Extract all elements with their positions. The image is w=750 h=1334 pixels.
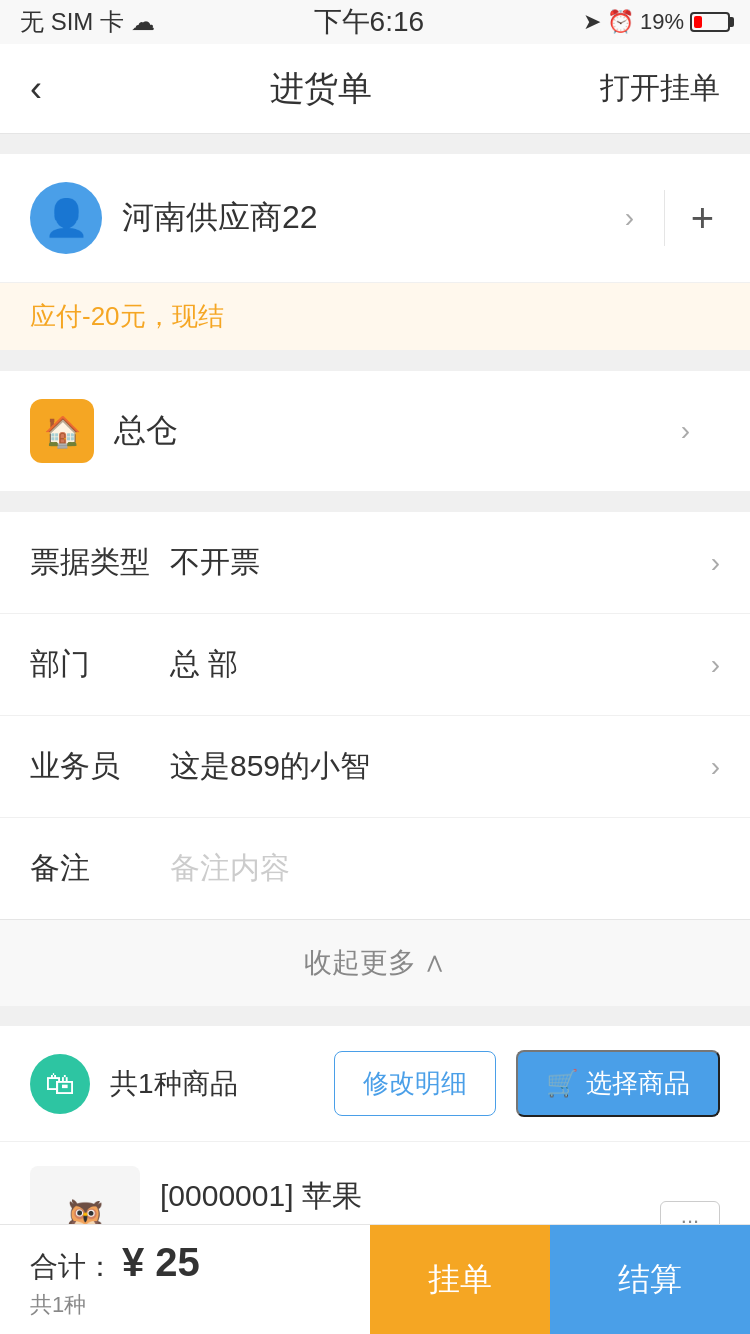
total-sub: 共1种 xyxy=(30,1290,340,1320)
total-label: 合计： xyxy=(30,1248,114,1286)
supplier-avatar: 👤 xyxy=(30,182,102,254)
collapse-row[interactable]: 收起更多 ∧ xyxy=(0,919,750,1006)
warehouse-section: 🏠 总仓 › xyxy=(0,371,750,491)
bottom-bar: 合计： ¥ 25 共1种 挂单 结算 xyxy=(0,1224,750,1334)
hang-button[interactable]: 挂单 xyxy=(370,1225,550,1334)
status-time: 下午6:16 xyxy=(314,3,425,41)
remark-placeholder: 备注内容 xyxy=(170,848,720,889)
notice-bar: 应付-20元，现结 xyxy=(0,283,750,351)
warehouse-row[interactable]: 🏠 总仓 › xyxy=(0,371,750,491)
invoice-chevron-icon: › xyxy=(711,547,720,579)
product-count-text: 共1种商品 xyxy=(110,1065,314,1103)
product-name: [0000001] 苹果 xyxy=(160,1176,640,1217)
product-header: 🛍 共1种商品 修改明细 🛒 选择商品 xyxy=(0,1026,750,1141)
dept-row[interactable]: 部门 总 部 › xyxy=(0,613,750,715)
status-right: ➤ ⏰ 19% xyxy=(583,9,730,35)
salesman-label: 业务员 xyxy=(30,746,170,787)
gap-3 xyxy=(0,491,750,511)
dept-value: 总 部 xyxy=(170,644,711,685)
supplier-section: 👤 河南供应商22 › + 应付-20元，现结 xyxy=(0,154,750,351)
product-count-icon: 🛍 xyxy=(30,1054,90,1114)
edit-detail-button[interactable]: 修改明细 xyxy=(334,1051,496,1116)
checkout-label: 结算 xyxy=(618,1258,682,1302)
page-title: 进货单 xyxy=(270,66,372,112)
salesman-chevron-icon: › xyxy=(711,751,720,783)
gap-1 xyxy=(0,134,750,154)
salesman-value: 这是859的小智 xyxy=(170,746,711,787)
sim-label: 无 SIM 卡 ☁ xyxy=(20,6,155,38)
salesman-row[interactable]: 业务员 这是859的小智 › xyxy=(0,715,750,817)
bottom-total: 合计： ¥ 25 共1种 xyxy=(0,1225,370,1334)
gap-2 xyxy=(0,351,750,371)
home-icon: 🏠 xyxy=(44,414,81,449)
dept-chevron-icon: › xyxy=(711,649,720,681)
cart-icon: 🛒 xyxy=(546,1068,578,1099)
gap-4 xyxy=(0,1006,750,1026)
back-button[interactable]: ‹ xyxy=(30,68,42,110)
supplier-chevron-icon: › xyxy=(625,202,634,234)
open-pending-button[interactable]: 打开挂单 xyxy=(600,68,720,109)
invoice-row[interactable]: 票据类型 不开票 › xyxy=(0,511,750,613)
warehouse-chevron-icon: › xyxy=(681,415,690,447)
total-main: 合计： ¥ 25 xyxy=(30,1240,340,1286)
battery-icon xyxy=(690,12,730,32)
product-code: [0000001] xyxy=(160,1179,293,1212)
select-product-button[interactable]: 🛒 选择商品 xyxy=(516,1050,720,1117)
remark-label: 备注 xyxy=(30,848,170,889)
form-section: 票据类型 不开票 › 部门 总 部 › 业务员 这是859的小智 › 备注 备注… xyxy=(0,511,750,1006)
alarm-icon: ⏰ xyxy=(607,9,634,35)
person-icon: 👤 xyxy=(44,197,89,239)
supplier-name: 河南供应商22 xyxy=(122,196,625,240)
status-bar: 无 SIM 卡 ☁ 下午6:16 ➤ ⏰ 19% xyxy=(0,0,750,44)
select-product-label: 选择商品 xyxy=(586,1066,690,1101)
remark-row[interactable]: 备注 备注内容 xyxy=(0,817,750,919)
warehouse-name: 总仓 xyxy=(114,409,681,453)
nav-bar: ‹ 进货单 打开挂单 xyxy=(0,44,750,134)
product-title: 苹果 xyxy=(302,1179,362,1212)
warehouse-icon-wrap: 🏠 xyxy=(30,399,94,463)
total-amount: ¥ 25 xyxy=(122,1240,200,1285)
dept-label: 部门 xyxy=(30,644,170,685)
collapse-label: 收起更多 ∧ xyxy=(304,944,447,982)
checkout-button[interactable]: 结算 xyxy=(550,1225,750,1334)
add-button[interactable]: + xyxy=(664,190,720,246)
status-left: 无 SIM 卡 ☁ xyxy=(20,6,155,38)
location-icon: ➤ xyxy=(583,9,601,35)
invoice-label: 票据类型 xyxy=(30,542,170,583)
hang-label: 挂单 xyxy=(428,1258,492,1302)
shopping-bag-icon: 🛍 xyxy=(45,1067,75,1101)
invoice-value: 不开票 xyxy=(170,542,711,583)
battery-pct: 19% xyxy=(640,9,684,35)
supplier-row[interactable]: 👤 河南供应商22 › + xyxy=(0,154,750,283)
